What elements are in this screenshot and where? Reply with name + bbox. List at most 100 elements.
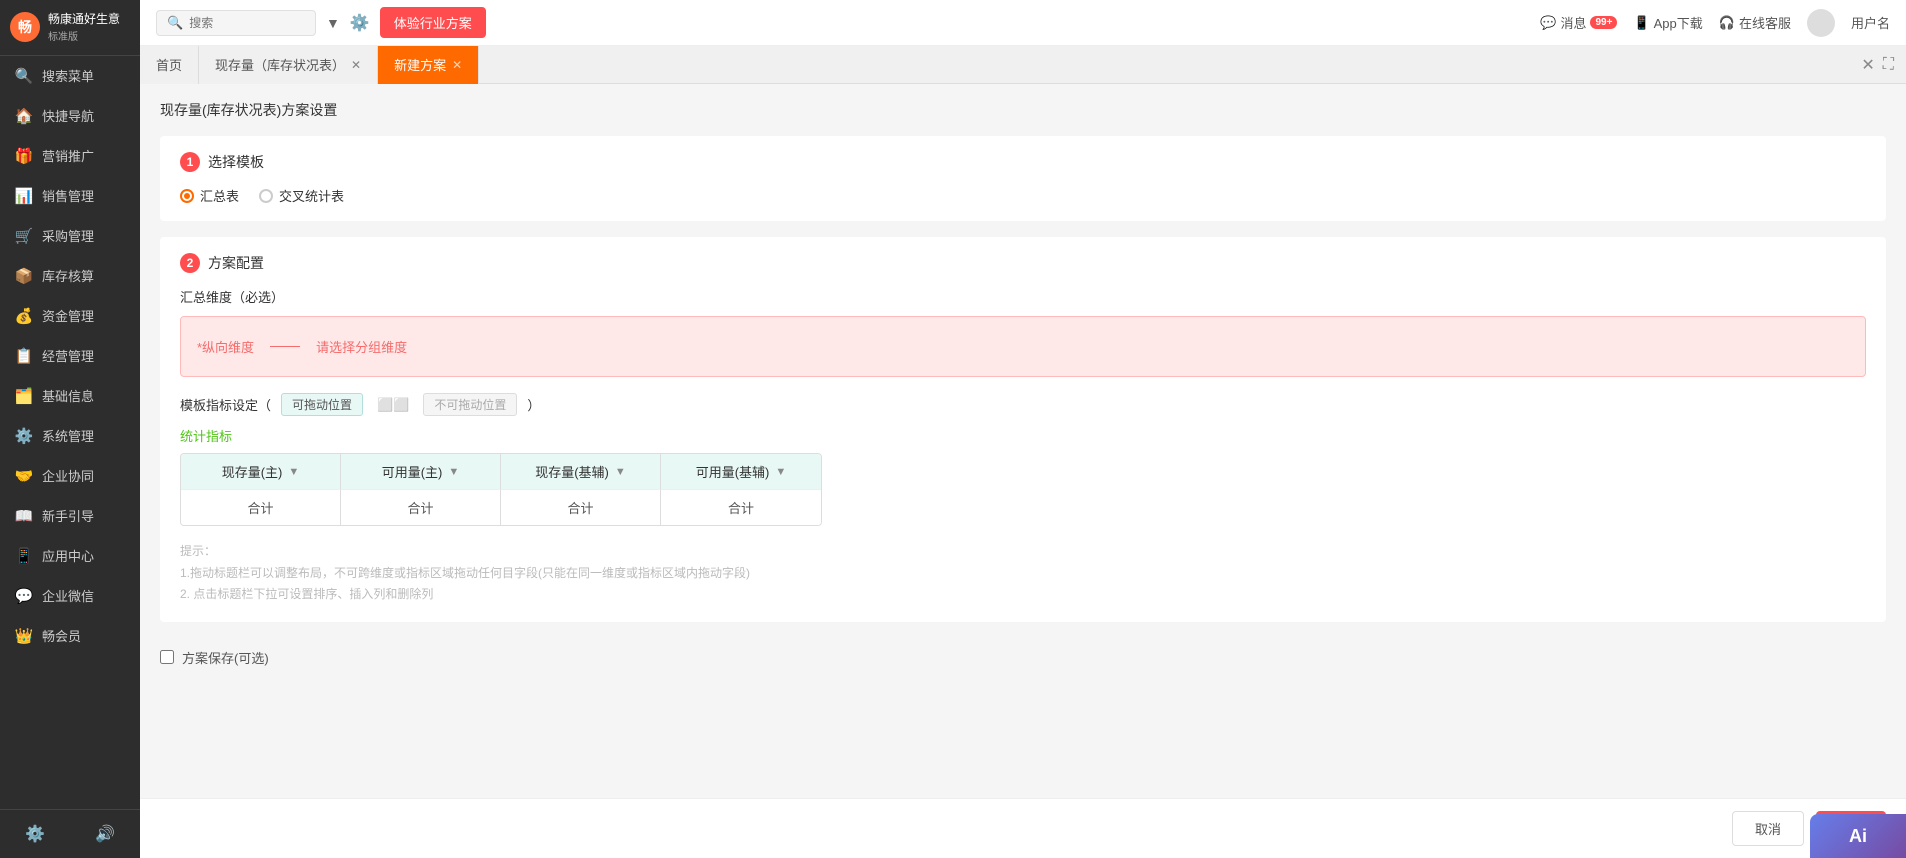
dimension-section-label: 汇总维度（必选） bbox=[180, 287, 1866, 306]
col-header-label-2: 现存量(基辅) bbox=[535, 462, 609, 481]
tab-home-label: 首页 bbox=[156, 55, 182, 74]
sidebar-item-quick-nav[interactable]: 🏠 快捷导航 bbox=[0, 96, 140, 136]
tab-new-plan-label: 新建方案 bbox=[394, 55, 446, 74]
save-checkbox[interactable] bbox=[160, 650, 174, 664]
stats-col-header-2[interactable]: 现存量(基辅) ▼ bbox=[501, 454, 661, 489]
tab-new-plan[interactable]: 新建方案 ✕ bbox=[378, 46, 479, 84]
sidebar-item-operations[interactable]: 📋 经营管理 bbox=[0, 336, 140, 376]
sidebar-nav: 🔍 搜索菜单 🏠 快捷导航 🎁 营销推广 📊 销售管理 🛒 采购管理 📦 库存核… bbox=[0, 56, 140, 809]
messages-label: 消息 bbox=[1560, 13, 1586, 32]
sidebar-item-member[interactable]: 👑 畅会员 bbox=[0, 616, 140, 656]
sidebar-item-label: 销售管理 bbox=[42, 186, 94, 205]
indicator-settings: 模板指标设定（ 可拖动位置 ⬜⬜ 不可拖动位置 ） bbox=[180, 393, 1866, 416]
save-label: 方案保存(可选) bbox=[182, 648, 269, 667]
col-header-chevron-2: ▼ bbox=[615, 466, 626, 478]
tip-2: 2. 点击标题栏下拉可设置排序、插入列和删除列 bbox=[180, 584, 1866, 606]
user-avatar[interactable] bbox=[1807, 9, 1835, 37]
settings-button[interactable]: ⚙️ bbox=[19, 818, 51, 850]
sidebar-bottom: ⚙️ 🔊 bbox=[0, 809, 140, 858]
sidebar-item-wechat[interactable]: 💬 企业微信 bbox=[0, 576, 140, 616]
app-logo-icon: 畅 bbox=[10, 12, 40, 42]
expand-window-button[interactable]: ⛶ bbox=[1883, 56, 1894, 74]
sidebar-item-contract[interactable]: 🤝 企业协同 bbox=[0, 456, 140, 496]
radio-cross-circle bbox=[259, 189, 273, 203]
sidebar-item-label: 畅会员 bbox=[42, 626, 81, 645]
sidebar: 畅 畅康通好生意 标准版 🔍 搜索菜单 🏠 快捷导航 🎁 营销推广 📊 销售管理… bbox=[0, 0, 140, 858]
search-box[interactable]: 🔍 bbox=[156, 10, 316, 36]
stats-col-header-3[interactable]: 可用量(基辅) ▼ bbox=[661, 454, 821, 489]
cancel-button[interactable]: 取消 bbox=[1732, 811, 1804, 846]
tab-inventory-close[interactable]: ✕ bbox=[351, 58, 361, 72]
sidebar-item-inventory[interactable]: 📦 库存核算 bbox=[0, 256, 140, 296]
online-service-button[interactable]: 🎧 在线客服 bbox=[1719, 13, 1791, 32]
radio-cross-label: 交叉统计表 bbox=[279, 186, 344, 205]
step2-title: 方案配置 bbox=[208, 253, 264, 273]
sidebar-item-purchase[interactable]: 🛒 采购管理 bbox=[0, 216, 140, 256]
box-icon: 📦 bbox=[14, 266, 34, 286]
step1-title: 选择模板 bbox=[208, 152, 264, 172]
col-header-chevron-0: ▼ bbox=[288, 466, 299, 478]
topbar: 🔍 ▼ ⚙️ 体验行业方案 💬 消息 99+ 📱 App下载 🎧 在线客服 用户… bbox=[140, 0, 1906, 46]
col-header-label-0: 现存量(主) bbox=[222, 462, 283, 481]
sidebar-item-label: 应用中心 bbox=[42, 546, 94, 565]
radio-summary[interactable]: 汇总表 bbox=[180, 186, 239, 205]
topbar-gear-icon[interactable]: ⚙️ bbox=[350, 13, 370, 33]
dimension-separator bbox=[270, 346, 300, 347]
stats-col-header-1[interactable]: 可用量(主) ▼ bbox=[341, 454, 501, 489]
sidebar-item-guide[interactable]: 📖 新手引导 bbox=[0, 496, 140, 536]
search-input[interactable] bbox=[189, 16, 289, 30]
dimension-placeholder[interactable]: 请选择分组维度 bbox=[316, 337, 407, 356]
template-radio-group: 汇总表 交叉统计表 bbox=[180, 186, 1866, 205]
sidebar-item-label: 搜索菜单 bbox=[42, 66, 94, 85]
non-draggable-position-tag: 不可拖动位置 bbox=[423, 393, 517, 416]
app-download-button[interactable]: 📱 App下载 bbox=[1633, 13, 1702, 32]
sidebar-item-system[interactable]: ⚙️ 系统管理 bbox=[0, 416, 140, 456]
radio-summary-circle bbox=[180, 189, 194, 203]
topbar-dropdown[interactable]: ▼ bbox=[326, 15, 340, 31]
ai-button[interactable]: Ai bbox=[1810, 814, 1906, 858]
sidebar-item-sales[interactable]: 📊 销售管理 bbox=[0, 176, 140, 216]
sidebar-item-label: 系统管理 bbox=[42, 426, 94, 445]
dimension-row: *纵向维度 请选择分组维度 bbox=[197, 337, 1849, 356]
sidebar-item-finance[interactable]: 💰 资金管理 bbox=[0, 296, 140, 336]
app-edition: 标准版 bbox=[48, 28, 120, 43]
col-header-label-3: 可用量(基辅) bbox=[696, 462, 770, 481]
window-controls: ✕ ⛶ bbox=[1861, 55, 1906, 75]
messages-button[interactable]: 💬 消息 99+ bbox=[1540, 13, 1617, 32]
folder-icon: 🗂️ bbox=[14, 386, 34, 406]
crown-icon: 👑 bbox=[14, 626, 34, 646]
sidebar-item-label: 库存核算 bbox=[42, 266, 94, 285]
step1-header: 1 选择模板 bbox=[180, 152, 1866, 172]
tips-section: 提示： 1.拖动标题栏可以调整布局，不可跨维度或指标区域拖动任何目字段(只能在同… bbox=[180, 541, 1866, 606]
cart-icon: 🛒 bbox=[14, 226, 34, 246]
tip-1: 1.拖动标题栏可以调整布局，不可跨维度或指标区域拖动任何目字段(只能在同一维度或… bbox=[180, 563, 1866, 585]
col-header-chevron-1: ▼ bbox=[448, 466, 459, 478]
topbar-right: 💬 消息 99+ 📱 App下载 🎧 在线客服 用户名 bbox=[1540, 9, 1890, 37]
main-area: 🔍 ▼ ⚙️ 体验行业方案 💬 消息 99+ 📱 App下载 🎧 在线客服 用户… bbox=[140, 0, 1906, 858]
sidebar-item-basic-info[interactable]: 🗂️ 基础信息 bbox=[0, 376, 140, 416]
tab-home[interactable]: 首页 bbox=[140, 46, 199, 84]
sidebar-item-label: 营销推广 bbox=[42, 146, 94, 165]
tab-inventory-status[interactable]: 现存量（库存状况表） ✕ bbox=[199, 46, 378, 84]
handshake-icon: 🤝 bbox=[14, 466, 34, 486]
stats-col-header-0[interactable]: 现存量(主) ▼ bbox=[181, 454, 341, 489]
col-header-label-1: 可用量(主) bbox=[382, 462, 443, 481]
sidebar-item-label: 快捷导航 bbox=[42, 106, 94, 125]
sidebar-logo: 畅 畅康通好生意 标准版 bbox=[0, 0, 140, 56]
sidebar-item-label: 经营管理 bbox=[42, 346, 94, 365]
radio-cross[interactable]: 交叉统计表 bbox=[259, 186, 344, 205]
close-window-button[interactable]: ✕ bbox=[1861, 55, 1874, 75]
chevron-down-icon: ▼ bbox=[326, 15, 340, 31]
message-icon: 💬 bbox=[1540, 15, 1556, 31]
stats-col-cell-2: 合计 bbox=[501, 489, 661, 525]
sound-button[interactable]: 🔊 bbox=[89, 818, 121, 850]
sidebar-item-app-center[interactable]: 📱 应用中心 bbox=[0, 536, 140, 576]
home-icon: 🏠 bbox=[14, 106, 34, 126]
trial-industry-button[interactable]: 体验行业方案 bbox=[380, 7, 486, 38]
indicator-label-text: 模板指标设定（ bbox=[180, 395, 271, 414]
sidebar-item-search-menu[interactable]: 🔍 搜索菜单 bbox=[0, 56, 140, 96]
sidebar-item-marketing[interactable]: 🎁 营销推广 bbox=[0, 136, 140, 176]
tips-label: 提示： bbox=[180, 541, 1866, 563]
footer: 取消 查询 bbox=[140, 798, 1906, 858]
tab-new-plan-close[interactable]: ✕ bbox=[452, 58, 462, 72]
